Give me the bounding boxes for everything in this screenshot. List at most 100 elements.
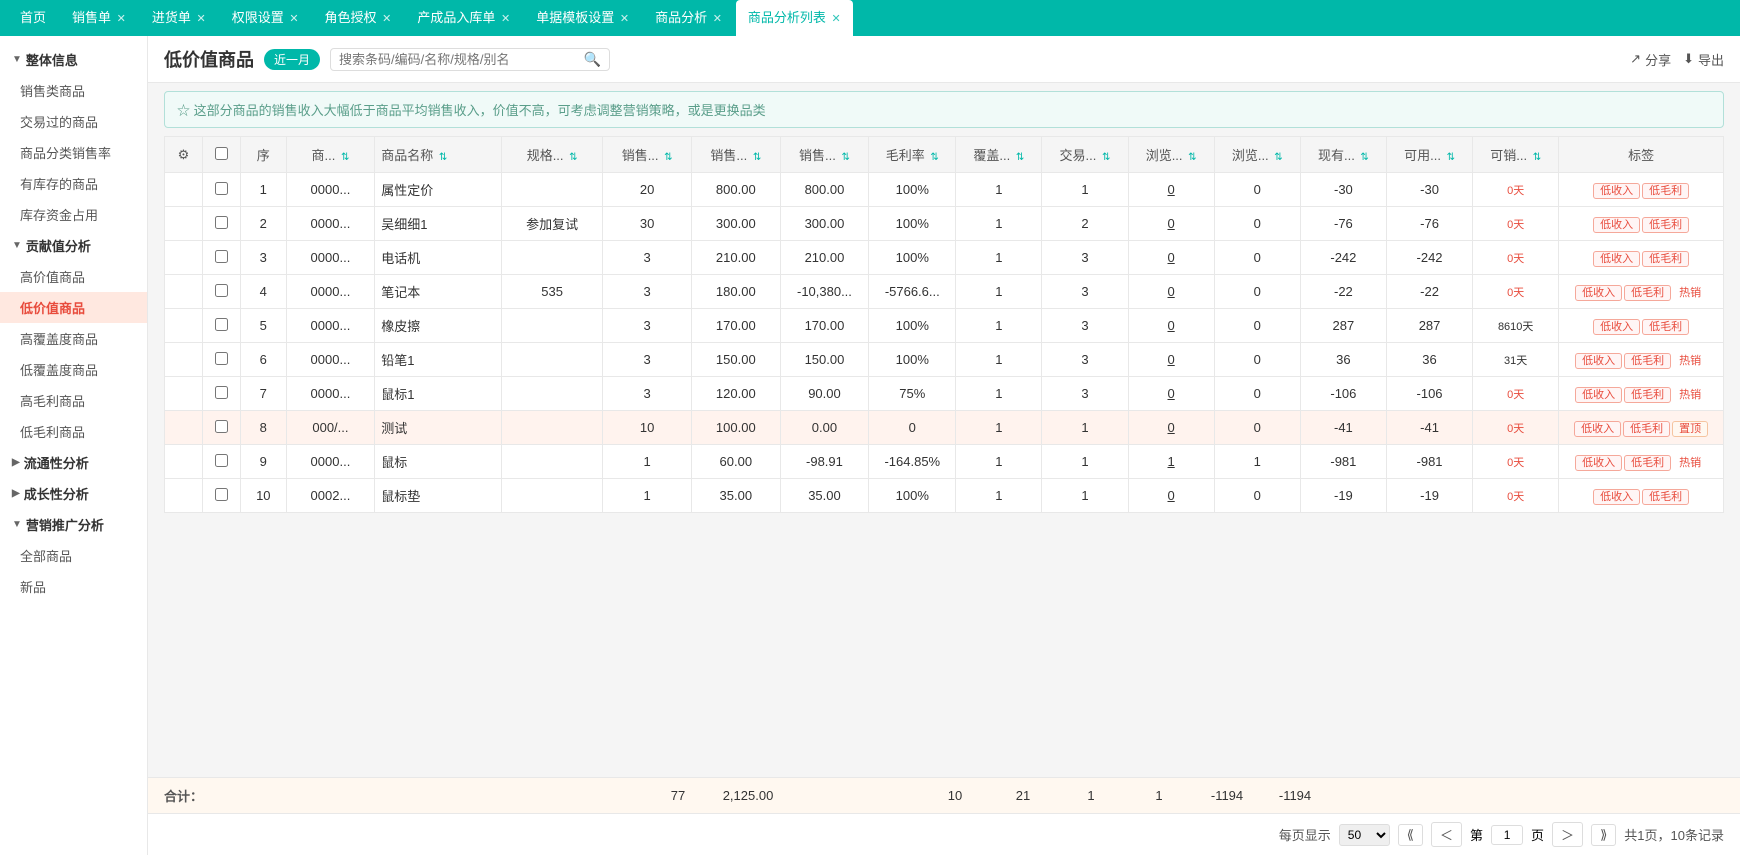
nav-purchase[interactable]: 进货单 ✕ xyxy=(140,0,218,36)
row-checkbox[interactable] xyxy=(215,386,228,399)
nav-close-purchase[interactable]: ✕ xyxy=(196,13,205,25)
browse1-cell[interactable]: 0 xyxy=(1168,284,1175,299)
sidebar-item-high-value[interactable]: 高价值商品 xyxy=(0,261,147,292)
share-button[interactable]: ↗ 分享 xyxy=(1630,50,1671,69)
row-checkbox[interactable] xyxy=(215,250,228,263)
nav-roles[interactable]: 角色授权 ✕ xyxy=(313,0,404,36)
export-button[interactable]: ⬇ 导出 xyxy=(1683,50,1724,69)
nav-sales[interactable]: 销售单 ✕ xyxy=(60,0,138,36)
sidebar-item-high-coverage[interactable]: 高覆盖度商品 xyxy=(0,323,147,354)
td-browse1[interactable]: 0 xyxy=(1128,411,1214,445)
prev-page-btn[interactable]: ＜ xyxy=(1431,822,1462,847)
browse1-cell[interactable]: 1 xyxy=(1168,454,1175,469)
nav-close-permissions[interactable]: ✕ xyxy=(289,13,298,25)
td-browse1[interactable]: 0 xyxy=(1128,377,1214,411)
row-checkbox[interactable] xyxy=(215,454,228,467)
row-checkbox[interactable] xyxy=(215,352,228,365)
browse1-cell[interactable]: 0 xyxy=(1168,386,1175,401)
sidebar-item-low-value[interactable]: 低价值商品 xyxy=(0,292,147,323)
td-check[interactable] xyxy=(203,241,241,275)
sidebar-item-stock-funds[interactable]: 库存资金占用 xyxy=(0,199,147,230)
th-sales-amount[interactable]: 销售... ⇅ xyxy=(780,137,869,173)
th-check[interactable] xyxy=(203,137,241,173)
th-transaction[interactable]: 交易... ⇅ xyxy=(1042,137,1128,173)
td-browse1[interactable]: 1 xyxy=(1128,445,1214,479)
page-size-select[interactable]: 50 100 200 xyxy=(1339,824,1390,846)
th-saleable[interactable]: 可销... ⇅ xyxy=(1473,137,1559,173)
first-page-btn[interactable]: ⟪ xyxy=(1398,824,1423,846)
th-gear[interactable]: ⚙ xyxy=(165,137,203,173)
td-browse1[interactable]: 0 xyxy=(1128,343,1214,377)
nav-close-templates[interactable]: ✕ xyxy=(620,13,629,25)
sidebar-item-sales-goods[interactable]: 销售类商品 xyxy=(0,75,147,106)
search-input[interactable] xyxy=(339,52,578,67)
nav-close-roles[interactable]: ✕ xyxy=(382,13,391,25)
td-check[interactable] xyxy=(203,343,241,377)
td-browse1[interactable]: 0 xyxy=(1128,309,1214,343)
nav-goods-list[interactable]: 商品分析列表 ✕ xyxy=(736,0,853,36)
page-input[interactable] xyxy=(1491,825,1523,845)
th-code[interactable]: 商... ⇅ xyxy=(286,137,375,173)
row-checkbox[interactable] xyxy=(215,488,228,501)
th-coverage[interactable]: 覆盖... ⇅ xyxy=(956,137,1042,173)
nav-products[interactable]: 产成品入库单 ✕ xyxy=(405,0,522,36)
th-name[interactable]: 商品名称 ⇅ xyxy=(375,137,502,173)
sidebar-group-contribution[interactable]: ▼ 贡献值分析 xyxy=(0,230,147,261)
td-browse1[interactable]: 0 xyxy=(1128,275,1214,309)
nav-close-products[interactable]: ✕ xyxy=(501,13,510,25)
sidebar-group-circulation[interactable]: ▶ 流通性分析 xyxy=(0,447,147,478)
row-checkbox[interactable] xyxy=(215,318,228,331)
sidebar-item-low-coverage[interactable]: 低覆盖度商品 xyxy=(0,354,147,385)
th-spec[interactable]: 规格... ⇅ xyxy=(501,137,602,173)
row-checkbox[interactable] xyxy=(215,216,228,229)
sidebar-group-overall[interactable]: ▼ 整体信息 xyxy=(0,44,147,75)
td-check[interactable] xyxy=(203,377,241,411)
sidebar-item-category-rate[interactable]: 商品分类销售率 xyxy=(0,137,147,168)
sidebar-item-high-margin[interactable]: 高毛利商品 xyxy=(0,385,147,416)
nav-goods-analysis[interactable]: 商品分析 ✕ xyxy=(643,0,734,36)
row-checkbox[interactable] xyxy=(215,284,228,297)
select-all-checkbox[interactable] xyxy=(215,147,228,160)
browse1-cell[interactable]: 0 xyxy=(1168,250,1175,265)
sidebar-group-marketing[interactable]: ▼ 营销推广分析 xyxy=(0,509,147,540)
td-browse1[interactable]: 0 xyxy=(1128,207,1214,241)
td-check[interactable] xyxy=(203,479,241,513)
th-gross-margin[interactable]: 毛利率 ⇅ xyxy=(869,137,956,173)
search-box[interactable]: 🔍 xyxy=(330,48,610,71)
time-tag[interactable]: 近一月 xyxy=(264,49,320,70)
browse1-cell[interactable]: 0 xyxy=(1168,216,1175,231)
td-check[interactable] xyxy=(203,275,241,309)
nav-home[interactable]: 首页 xyxy=(8,0,58,36)
td-check[interactable] xyxy=(203,207,241,241)
th-current-stock[interactable]: 现有... ⇅ xyxy=(1300,137,1386,173)
sidebar-item-new-goods[interactable]: 新品 xyxy=(0,571,147,602)
row-checkbox[interactable] xyxy=(215,182,228,195)
sidebar-group-growth[interactable]: ▶ 成长性分析 xyxy=(0,478,147,509)
sidebar-item-traded-goods[interactable]: 交易过的商品 xyxy=(0,106,147,137)
td-check[interactable] xyxy=(203,173,241,207)
th-available[interactable]: 可用... ⇅ xyxy=(1386,137,1472,173)
browse1-cell[interactable]: 0 xyxy=(1168,182,1175,197)
th-browse2[interactable]: 浏览... ⇅ xyxy=(1214,137,1300,173)
sidebar-item-stock-goods[interactable]: 有库存的商品 xyxy=(0,168,147,199)
td-check[interactable] xyxy=(203,411,241,445)
td-browse1[interactable]: 0 xyxy=(1128,173,1214,207)
row-checkbox[interactable] xyxy=(215,420,228,433)
browse1-cell[interactable]: 0 xyxy=(1168,420,1175,435)
nav-templates[interactable]: 单据模板设置 ✕ xyxy=(524,0,641,36)
browse1-cell[interactable]: 0 xyxy=(1168,352,1175,367)
th-browse1[interactable]: 浏览... ⇅ xyxy=(1128,137,1214,173)
next-page-btn[interactable]: ＞ xyxy=(1552,822,1583,847)
td-browse1[interactable]: 0 xyxy=(1128,241,1214,275)
nav-close-goods-list[interactable]: ✕ xyxy=(832,13,841,25)
th-sales-price[interactable]: 销售... ⇅ xyxy=(691,137,780,173)
th-sales-qty[interactable]: 销售... ⇅ xyxy=(603,137,692,173)
nav-close-sales[interactable]: ✕ xyxy=(117,13,126,25)
sidebar-item-all-goods[interactable]: 全部商品 xyxy=(0,540,147,571)
td-browse1[interactable]: 0 xyxy=(1128,479,1214,513)
nav-permissions[interactable]: 权限设置 ✕ xyxy=(220,0,311,36)
last-page-btn[interactable]: ⟫ xyxy=(1591,824,1616,846)
browse1-cell[interactable]: 0 xyxy=(1168,318,1175,333)
td-check[interactable] xyxy=(203,445,241,479)
nav-close-goods-analysis[interactable]: ✕ xyxy=(713,13,722,25)
